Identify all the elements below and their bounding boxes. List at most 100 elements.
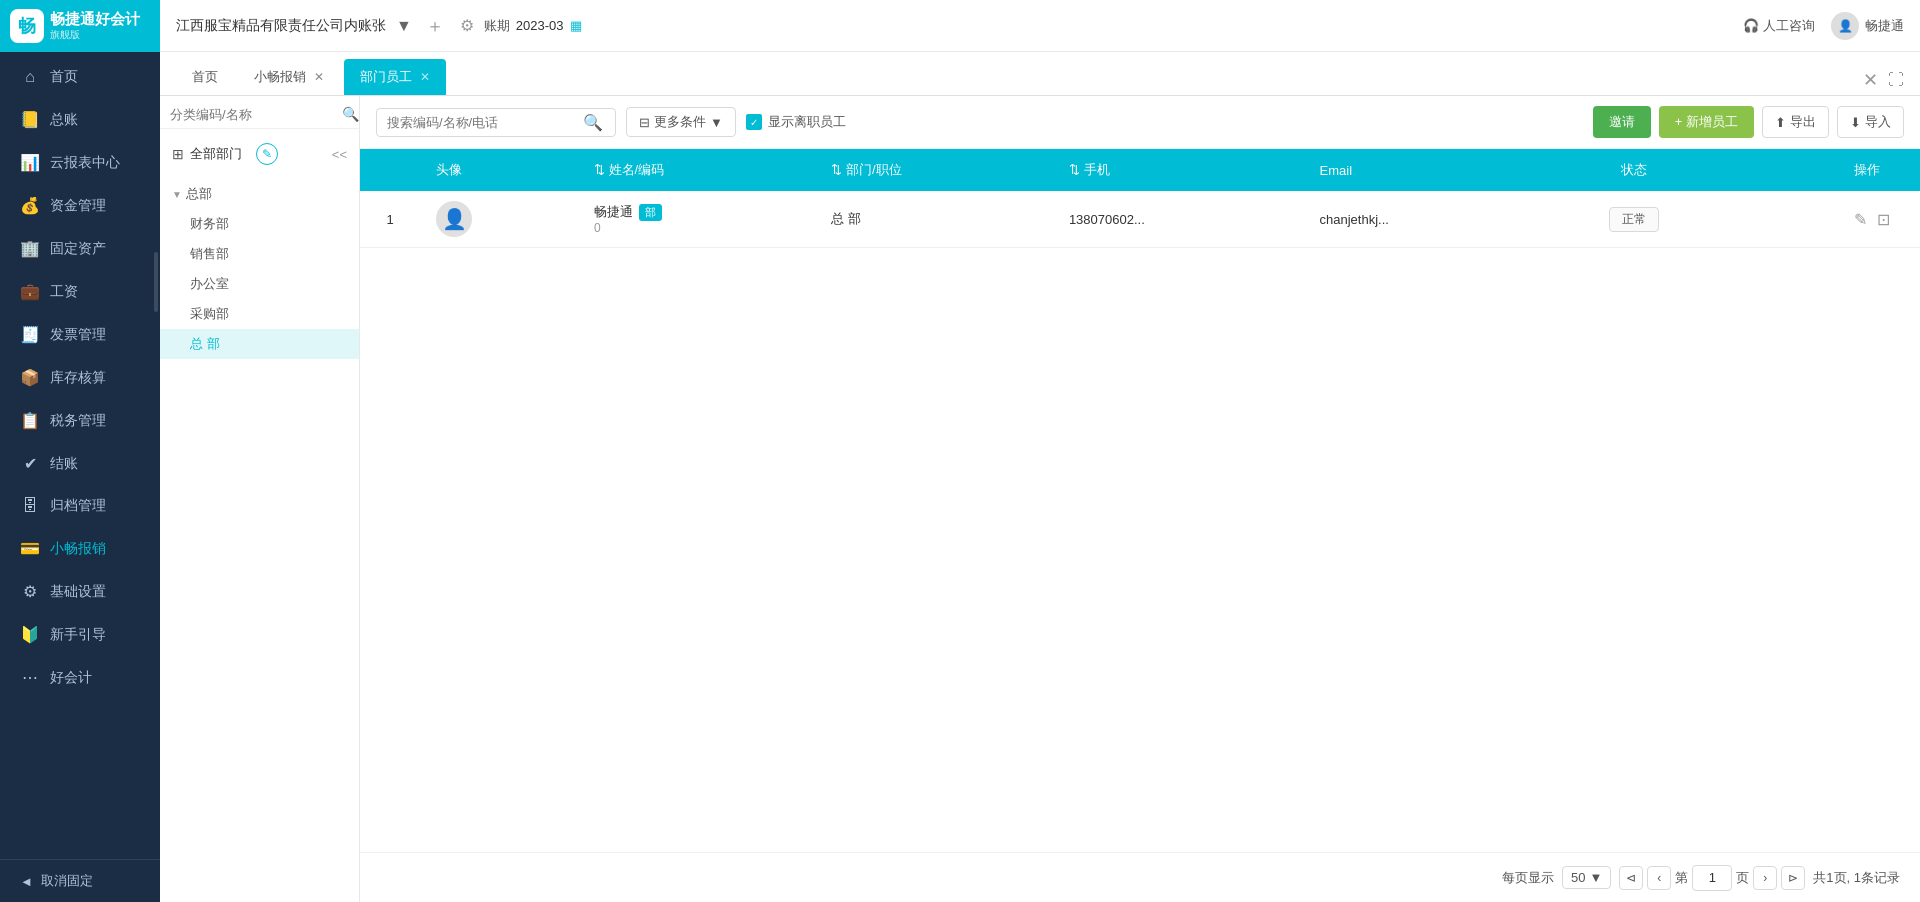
sidebar-item-salary[interactable]: 💼 工资 <box>0 270 160 313</box>
next-page-btn[interactable]: › <box>1753 866 1777 890</box>
import-button[interactable]: ⬇ 导入 <box>1837 106 1904 138</box>
tab-expense-close[interactable]: ✕ <box>314 70 324 84</box>
dept-parent-head[interactable]: ▼ 总部 <box>160 179 359 209</box>
sidebar-item-archive[interactable]: 🗄 归档管理 <box>0 485 160 527</box>
export-button[interactable]: ⬆ 导出 <box>1762 106 1829 138</box>
per-page-label: 每页显示 <box>1502 869 1554 887</box>
invite-button[interactable]: 邀请 <box>1593 106 1651 138</box>
sidebar-item-invoice[interactable]: 🧾 发票管理 <box>0 313 160 356</box>
sidebar-item-tax[interactable]: 📋 税务管理 <box>0 399 160 442</box>
headset-icon: 🎧 <box>1743 18 1759 33</box>
dept-panel: 🔍 ⊞ 全部部门 ✎ << ▼ 总部 财务部 <box>160 96 360 902</box>
calendar-icon[interactable]: ▦ <box>570 18 582 33</box>
tab-dept[interactable]: 部门员工 ✕ <box>344 59 446 95</box>
app-name: 畅捷通好会计 <box>50 10 140 28</box>
period-label: 账期 <box>484 17 510 35</box>
sidebar-item-inventory[interactable]: 📦 库存核算 <box>0 356 160 399</box>
total-info: 共1页, 1条记录 <box>1813 869 1900 887</box>
sidebar-item-assets[interactable]: 🏢 固定资产 <box>0 227 160 270</box>
dept-child-sales-label: 销售部 <box>190 245 229 263</box>
sidebar-unpin[interactable]: ◄ 取消固定 <box>0 859 160 902</box>
sidebar-item-expense[interactable]: 💳 小畅报销 <box>0 527 160 570</box>
sidebar-item-closing[interactable]: ✔ 结账 <box>0 442 160 485</box>
dept-all-item[interactable]: ⊞ 全部部门 ✎ << <box>160 135 359 173</box>
tab-bar: 首页 小畅报销 ✕ 部门员工 ✕ ✕ ⛶ <box>160 52 1920 96</box>
add-employee-button[interactable]: + 新增员工 <box>1659 106 1754 138</box>
sidebar-item-guide[interactable]: 🔰 新手引导 <box>0 613 160 656</box>
sidebar-item-home[interactable]: ⌂ 首页 <box>0 56 160 98</box>
employee-table: 头像 ⇅ 姓名/编码 ⇅ 部门/职位 ⇅ 手机 Email 状态 <box>360 149 1920 248</box>
sidebar-item-expense-label: 小畅报销 <box>50 540 106 558</box>
tab-dept-label: 部门员工 <box>360 68 412 86</box>
dept-child-finance[interactable]: 财务部 <box>160 209 359 239</box>
tab-home[interactable]: 首页 <box>176 59 234 95</box>
grid-icon: ⊞ <box>172 146 184 162</box>
employee-avatar: 👤 <box>436 201 472 237</box>
edit-button[interactable]: ✎ <box>1854 210 1867 229</box>
sidebar-item-archive-label: 归档管理 <box>50 497 106 515</box>
prev-page-btn[interactable]: ‹ <box>1647 866 1671 890</box>
dept-child-general[interactable]: 总 部 <box>160 329 359 359</box>
header-period: 账期 2023-03 ▦ <box>484 17 582 35</box>
expense-icon: 💳 <box>20 539 40 558</box>
sidebar-item-settings[interactable]: ⚙ 基础设置 <box>0 570 160 613</box>
logout-button[interactable]: ⊡ <box>1877 210 1890 229</box>
sidebar-item-funds[interactable]: 💰 资金管理 <box>0 184 160 227</box>
sidebar: 畅 畅捷通好会计 旗舰版 ⌂ 首页 📒 总账 📊 云报表中心 💰 资金管理 🏢 … <box>0 0 160 902</box>
employee-search-input[interactable] <box>387 115 577 130</box>
sidebar-item-reports-label: 云报表中心 <box>50 154 120 172</box>
tab-close-icon[interactable]: ✕ <box>1863 69 1878 91</box>
tab-dept-close[interactable]: ✕ <box>420 70 430 84</box>
page-label: 页 <box>1736 869 1749 887</box>
dept-child-sales[interactable]: 销售部 <box>160 239 359 269</box>
sidebar-item-reports[interactable]: 📊 云报表中心 <box>0 141 160 184</box>
employee-code: 0 <box>594 221 799 235</box>
tab-expand-icon[interactable]: ⛶ <box>1888 71 1904 89</box>
tab-expense[interactable]: 小畅报销 ✕ <box>238 59 340 95</box>
funds-icon: 💰 <box>20 196 40 215</box>
sidebar-item-ledger-label: 总账 <box>50 111 78 129</box>
toolbar-right: 邀请 + 新增员工 ⬆ 导出 ⬇ 导入 <box>1593 106 1904 138</box>
user-menu[interactable]: 👤 畅捷通 <box>1831 12 1904 40</box>
guide-icon: 🔰 <box>20 625 40 644</box>
unpin-icon: ◄ <box>20 874 33 889</box>
resigned-checkbox[interactable]: ✓ <box>746 114 762 130</box>
col-actions: 操作 <box>1729 149 1920 191</box>
last-page-btn[interactable]: ⊳ <box>1781 866 1805 890</box>
dept-child-office[interactable]: 办公室 <box>160 269 359 299</box>
dept-edit-icon[interactable]: ✎ <box>256 143 278 165</box>
first-page-btn[interactable]: ⊲ <box>1619 866 1643 890</box>
employee-table-wrap: 头像 ⇅ 姓名/编码 ⇅ 部门/职位 ⇅ 手机 Email 状态 <box>360 149 1920 852</box>
employee-search-box: 🔍 <box>376 108 616 137</box>
sidebar-nav: ⌂ 首页 📒 总账 📊 云报表中心 💰 资金管理 🏢 固定资产 💼 工资 🧾 发… <box>0 52 160 859</box>
sidebar-item-closing-label: 结账 <box>50 455 78 473</box>
sidebar-item-ledger[interactable]: 📒 总账 <box>0 98 160 141</box>
col-avatar: 头像 <box>420 149 578 191</box>
show-resigned-toggle[interactable]: ✓ 显示离职员工 <box>746 113 846 131</box>
filter-button[interactable]: ⊟ 更多条件 ▼ <box>626 107 736 137</box>
page-number-input[interactable] <box>1692 865 1732 891</box>
search-icon[interactable]: 🔍 <box>583 113 603 132</box>
tab-home-label: 首页 <box>192 68 218 86</box>
settings-icon: ⚙ <box>20 582 40 601</box>
col-name-code[interactable]: ⇅ 姓名/编码 <box>578 149 815 191</box>
per-page-select[interactable]: 50 ▼ <box>1562 866 1611 889</box>
header-settings-icon[interactable]: ⚙ <box>460 16 474 35</box>
dept-all-label: 全部部门 <box>190 145 242 163</box>
service-button[interactable]: 🎧 人工咨询 <box>1743 17 1815 35</box>
col-dept-pos[interactable]: ⇅ 部门/职位 <box>815 149 1052 191</box>
cell-actions: ✎ ⊡ <box>1729 191 1920 248</box>
dept-child-purchase[interactable]: 采购部 <box>160 299 359 329</box>
pagination: 每页显示 50 ▼ ⊲ ‹ 第 页 › ⊳ 共1页, 1条记录 <box>360 852 1920 902</box>
tab-expense-label: 小畅报销 <box>254 68 306 86</box>
add-company-icon[interactable]: ＋ <box>426 14 444 38</box>
company-dropdown-icon[interactable]: ▼ <box>396 17 412 35</box>
dept-collapse-btn[interactable]: << <box>332 147 347 162</box>
dept-search-input[interactable] <box>170 107 338 122</box>
sidebar-item-inventory-label: 库存核算 <box>50 369 106 387</box>
col-phone[interactable]: ⇅ 手机 <box>1053 149 1304 191</box>
dept-child-purchase-label: 采购部 <box>190 305 229 323</box>
dept-search-icon[interactable]: 🔍 <box>342 106 359 122</box>
sidebar-item-more[interactable]: ⋯ 好会计 <box>0 656 160 699</box>
top-header: 江西服宝精品有限责任公司内账张 ▼ ＋ ⚙ 账期 2023-03 ▦ 🎧 人工咨… <box>160 0 1920 52</box>
